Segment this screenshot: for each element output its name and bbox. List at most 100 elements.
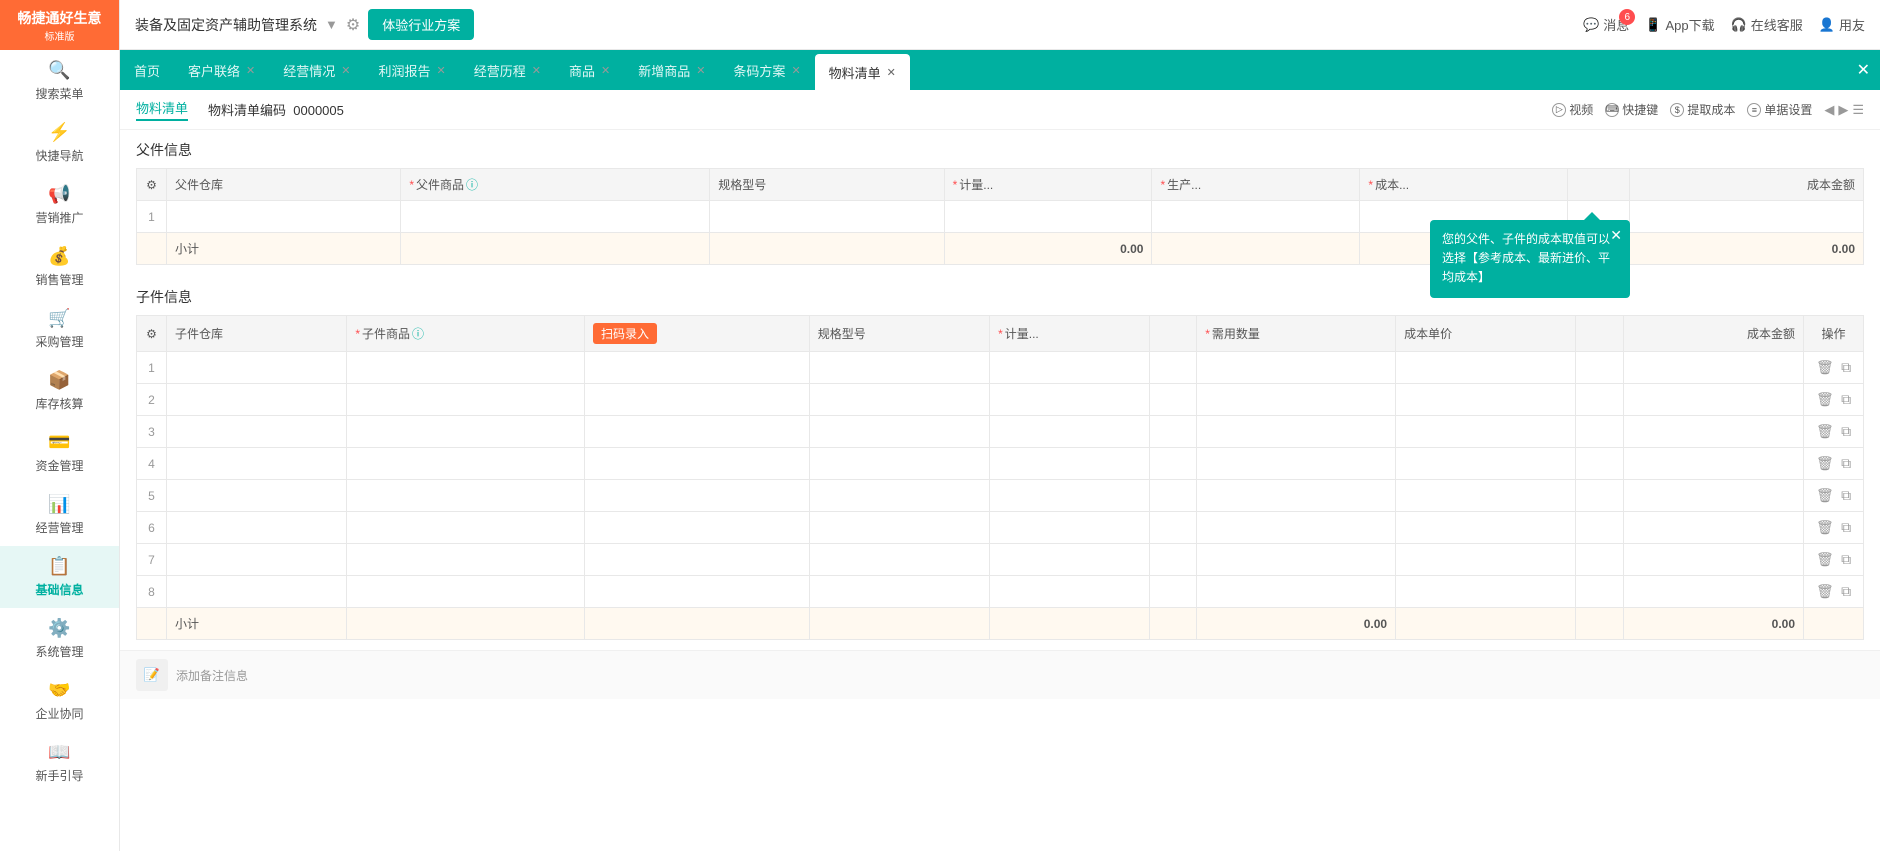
copy-icon-7[interactable]: ⧉ <box>1841 583 1851 599</box>
child-cell-warehouse-3[interactable] <box>167 448 347 480</box>
sidebar-item-5[interactable]: 📦库存核算 <box>0 360 119 422</box>
child-cell-qty-5[interactable] <box>1197 512 1396 544</box>
child-cell-scan-1[interactable] <box>585 384 810 416</box>
sidebar-item-9[interactable]: ⚙️系统管理 <box>0 608 119 670</box>
tab-close-4[interactable]: ✕ <box>532 64 541 77</box>
shortcut-action[interactable]: ⌨ 快捷键 <box>1605 101 1658 118</box>
delete-icon-0[interactable]: 🗑 <box>1816 359 1834 375</box>
sidebar-item-0[interactable]: 🔍搜索菜单 <box>0 50 119 112</box>
message-item[interactable]: 💬 消息 6 <box>1583 15 1629 34</box>
child-cell-goods-0[interactable] <box>347 352 585 384</box>
child-cell-price-5[interactable] <box>1396 512 1576 544</box>
parent-cell-produce[interactable] <box>1152 201 1360 233</box>
child-cell-price-7[interactable] <box>1396 576 1576 608</box>
child-cell-unit-7[interactable] <box>990 576 1150 608</box>
user-item[interactable]: 👤 用友 <box>1819 15 1865 34</box>
copy-icon-2[interactable]: ⧉ <box>1841 423 1851 439</box>
tab-close-6[interactable]: ✕ <box>696 64 705 77</box>
child-cell-unit-2[interactable] <box>990 416 1150 448</box>
tab-close-7[interactable]: ✕ <box>791 64 800 77</box>
child-cell-spec-1[interactable] <box>809 384 989 416</box>
child-cell-goods-5[interactable] <box>347 512 585 544</box>
tab-close-2[interactable]: ✕ <box>341 64 350 77</box>
copy-icon-4[interactable]: ⧉ <box>1841 487 1851 503</box>
sidebar-item-10[interactable]: 🤝企业协同 <box>0 670 119 732</box>
parent-cell-unit[interactable] <box>944 201 1152 233</box>
settings-icon[interactable]: ⚙ <box>346 15 360 35</box>
child-cell-goods-6[interactable] <box>347 544 585 576</box>
sidebar-item-8[interactable]: 📋基础信息 <box>0 546 119 608</box>
scan-button[interactable]: 扫码录入 <box>593 323 657 344</box>
delete-icon-2[interactable]: 🗑 <box>1816 423 1834 439</box>
delete-icon-4[interactable]: 🗑 <box>1816 487 1834 503</box>
child-cell-scan-6[interactable] <box>585 544 810 576</box>
note-icon[interactable]: 📝 <box>136 659 168 691</box>
tab-close-1[interactable]: ✕ <box>246 64 255 77</box>
child-cell-qty-4[interactable] <box>1197 480 1396 512</box>
child-cell-warehouse-2[interactable] <box>167 416 347 448</box>
copy-icon-0[interactable]: ⧉ <box>1841 359 1851 375</box>
child-cell-price-0[interactable] <box>1396 352 1576 384</box>
child-cell-spec-6[interactable] <box>809 544 989 576</box>
child-cell-unit-4[interactable] <box>990 480 1150 512</box>
child-cell-scan-0[interactable] <box>585 352 810 384</box>
child-cell-unit-6[interactable] <box>990 544 1150 576</box>
child-cell-warehouse-7[interactable] <box>167 576 347 608</box>
sidebar-item-3[interactable]: 💰销售管理 <box>0 236 119 298</box>
child-cell-unit-1[interactable] <box>990 384 1150 416</box>
tab-close-3[interactable]: ✕ <box>437 64 446 77</box>
child-cell-warehouse-6[interactable] <box>167 544 347 576</box>
tab-close-8[interactable]: ✕ <box>887 66 896 79</box>
nav-tab-5[interactable]: 商品✕ <box>555 50 624 90</box>
video-action[interactable]: ▷ 视频 <box>1552 101 1593 118</box>
child-cell-spec-0[interactable] <box>809 352 989 384</box>
child-cell-qty-1[interactable] <box>1197 384 1396 416</box>
child-cell-scan-2[interactable] <box>585 416 810 448</box>
child-cell-qty-6[interactable] <box>1197 544 1396 576</box>
child-cell-goods-7[interactable] <box>347 576 585 608</box>
copy-icon-6[interactable]: ⧉ <box>1841 551 1851 567</box>
nav-tab-7[interactable]: 条码方案✕ <box>719 50 814 90</box>
child-cell-spec-4[interactable] <box>809 480 989 512</box>
copy-icon-1[interactable]: ⧉ <box>1841 391 1851 407</box>
parent-cell-warehouse[interactable] <box>167 201 401 233</box>
child-cell-goods-2[interactable] <box>347 416 585 448</box>
child-cell-warehouse-4[interactable] <box>167 480 347 512</box>
child-cell-qty-3[interactable] <box>1197 448 1396 480</box>
child-cell-spec-3[interactable] <box>809 448 989 480</box>
child-cell-qty-0[interactable] <box>1197 352 1396 384</box>
close-all-tabs-icon[interactable]: ✕ <box>1847 60 1880 80</box>
child-cell-unit-0[interactable] <box>990 352 1150 384</box>
nav-tab-4[interactable]: 经营历程✕ <box>460 50 555 90</box>
child-cell-goods-3[interactable] <box>347 448 585 480</box>
menu-icon[interactable]: ☰ <box>1852 102 1864 118</box>
child-cell-qty-7[interactable] <box>1197 576 1396 608</box>
sidebar-item-11[interactable]: 📖新手引导 <box>0 732 119 794</box>
trial-button[interactable]: 体验行业方案 <box>368 9 474 40</box>
online-service-item[interactable]: 🎧 在线客服 <box>1731 15 1803 34</box>
delete-icon-3[interactable]: 🗑 <box>1816 455 1834 471</box>
nav-tab-2[interactable]: 经营情况✕ <box>269 50 364 90</box>
parent-cell-goods[interactable] <box>401 201 710 233</box>
delete-icon-7[interactable]: 🗑 <box>1816 583 1834 599</box>
single-settings-action[interactable]: ≡ 单据设置 <box>1747 101 1812 118</box>
prev-icon[interactable]: ◀ <box>1824 102 1834 118</box>
child-cell-warehouse-5[interactable] <box>167 512 347 544</box>
child-cell-price-1[interactable] <box>1396 384 1576 416</box>
child-cell-unit-5[interactable] <box>990 512 1150 544</box>
child-cell-spec-5[interactable] <box>809 512 989 544</box>
sidebar-item-1[interactable]: ⚡快捷导航 <box>0 112 119 174</box>
sidebar-item-6[interactable]: 💳资金管理 <box>0 422 119 484</box>
child-cell-price-2[interactable] <box>1396 416 1576 448</box>
child-cell-scan-7[interactable] <box>585 576 810 608</box>
nav-tab-0[interactable]: 首页 <box>120 50 174 90</box>
child-cell-scan-5[interactable] <box>585 512 810 544</box>
nav-tab-1[interactable]: 客户联络✕ <box>174 50 269 90</box>
child-cell-price-4[interactable] <box>1396 480 1576 512</box>
copy-icon-3[interactable]: ⧉ <box>1841 455 1851 471</box>
nav-tab-6[interactable]: 新增商品✕ <box>624 50 719 90</box>
child-cell-scan-4[interactable] <box>585 480 810 512</box>
child-cell-goods-4[interactable] <box>347 480 585 512</box>
tab-close-5[interactable]: ✕ <box>601 64 610 77</box>
sidebar-item-4[interactable]: 🛒采购管理 <box>0 298 119 360</box>
